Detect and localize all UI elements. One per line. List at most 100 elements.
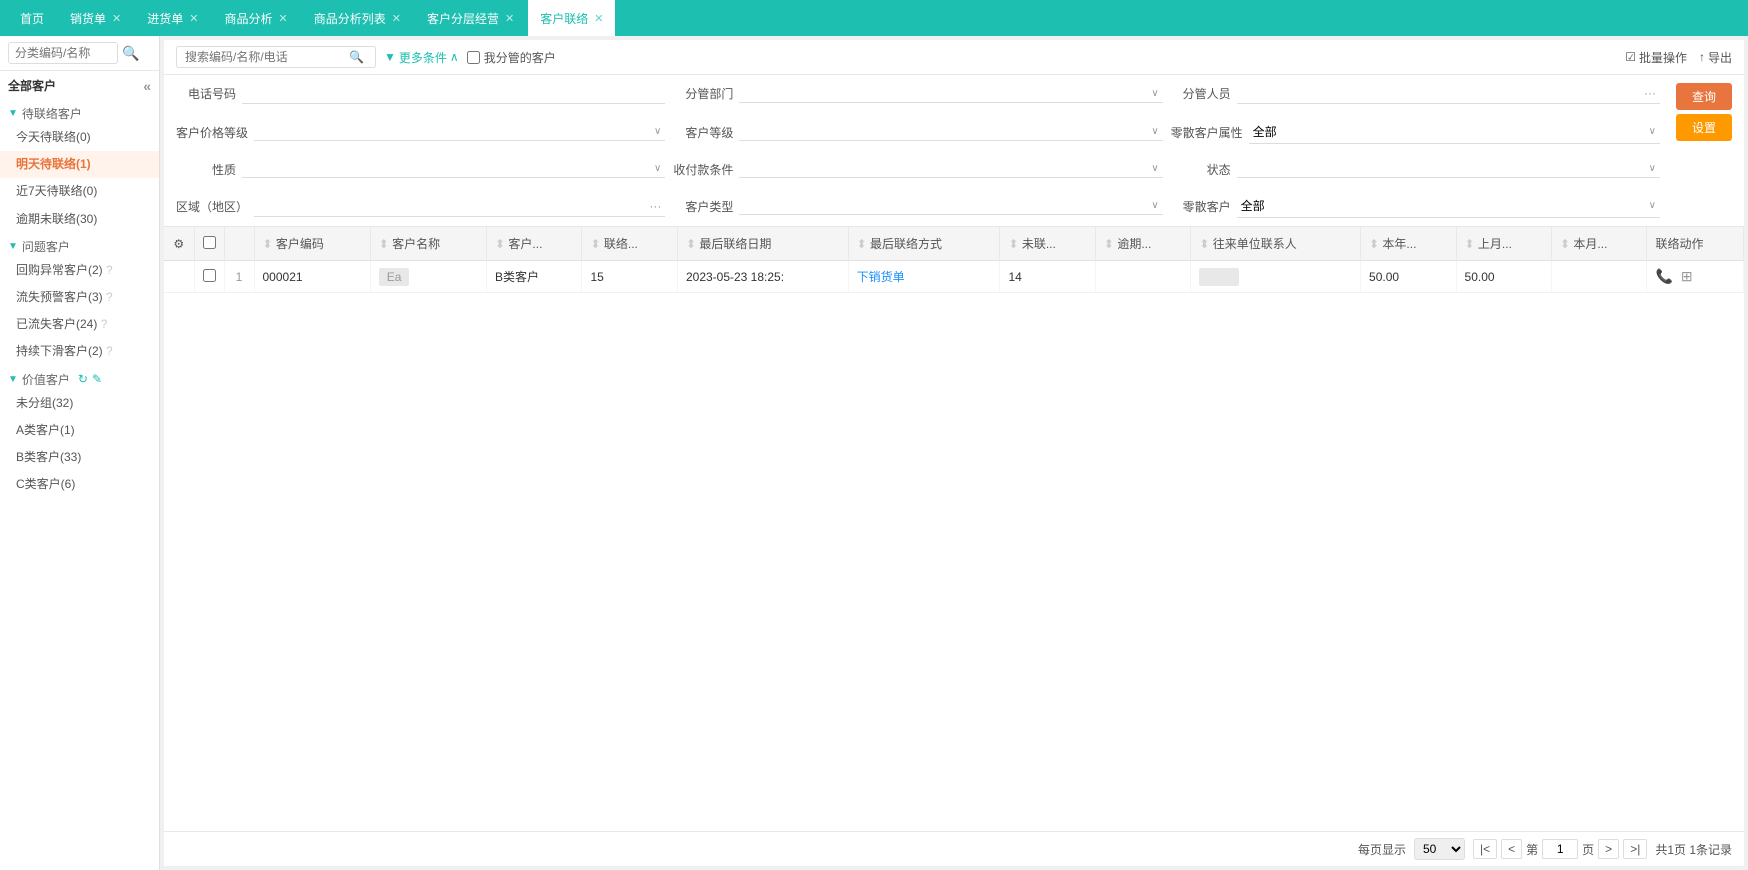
first-page-btn[interactable]: |< xyxy=(1473,839,1497,859)
nav-purchase-order[interactable]: 进货单 ✕ xyxy=(135,0,210,36)
nav-customer-segmentation[interactable]: 客户分层经营 ✕ xyxy=(415,0,526,36)
sidebar-item-overdue-contact[interactable]: 逾期未联络(30) xyxy=(0,206,159,233)
prev-page-btn[interactable]: < xyxy=(1501,839,1522,859)
refresh-icon[interactable]: ↻ xyxy=(78,372,88,386)
per-page-select[interactable]: 50 100 200 xyxy=(1414,838,1465,860)
sidebar-item-churn-warning[interactable]: 流失预警客户(3) ? xyxy=(0,284,159,311)
filter-phone-input[interactable] xyxy=(242,83,665,104)
grid-icon[interactable]: ⊞ xyxy=(1681,268,1693,285)
more-conditions-btn[interactable]: ▼ 更多条件 ∧ xyxy=(384,49,459,66)
th-company-contacts: ⬍ 往来单位联系人 xyxy=(1191,227,1361,261)
filter-manager-select[interactable]: ··· xyxy=(1237,83,1660,104)
close-customer-segmentation-icon[interactable]: ✕ xyxy=(505,12,514,25)
last-contact-method-link[interactable]: 下销货单 xyxy=(857,270,905,284)
query-button[interactable]: 查询 xyxy=(1676,83,1732,110)
chevron-down-icon-7: ∨ xyxy=(1649,163,1656,174)
gear-icon[interactable]: ⚙ xyxy=(173,237,184,251)
filter-customer-type-select[interactable]: ∨ xyxy=(739,197,1162,215)
my-customers-toggle[interactable]: 我分管的客户 xyxy=(467,49,556,66)
row-checkbox[interactable] xyxy=(203,269,216,282)
filter-payment-select[interactable]: ∨ xyxy=(739,160,1162,178)
nav-product-analysis-list[interactable]: 商品分析列表 ✕ xyxy=(302,0,413,36)
select-all-checkbox[interactable] xyxy=(203,236,216,249)
sidebar-search-input[interactable] xyxy=(8,42,118,64)
nav-customer-contact[interactable]: 客户联络 ✕ xyxy=(528,0,615,36)
td-gear xyxy=(164,261,194,293)
sidebar-item-tomorrow-contact[interactable]: 明天待联络(1) xyxy=(0,151,159,178)
filter-price-level-label: 客户价格等级 xyxy=(176,124,248,141)
filter-btn-group: 查询 设置 xyxy=(1676,83,1732,141)
nav-home[interactable]: 首页 xyxy=(8,0,56,36)
filter-nature-select[interactable]: ∨ xyxy=(242,160,665,178)
next-page-btn[interactable]: > xyxy=(1598,839,1619,859)
filter-nature-label: 性质 xyxy=(176,161,236,178)
td-contacts: 15 xyxy=(582,261,677,293)
filter-retail-attr-select[interactable]: 全部 ∨ xyxy=(1249,120,1660,144)
filter-retail-customer-select[interactable]: 全部 ∨ xyxy=(1237,194,1660,218)
sidebar-item-repurchase-abnormal[interactable]: 回购异常客户(2) ? xyxy=(0,257,159,284)
export-icon: ↑ xyxy=(1699,50,1705,64)
close-customer-contact-icon[interactable]: ✕ xyxy=(594,12,603,25)
filter-customer-level-select[interactable]: ∨ xyxy=(739,123,1162,141)
all-customers-label: 全部客户 xyxy=(8,77,56,94)
toolbar: 🔍 ▼ 更多条件 ∧ 我分管的客户 ☑ 批量操作 ↑ 导出 xyxy=(164,40,1744,75)
edit-icon[interactable]: ✎ xyxy=(92,372,102,386)
sidebar-search-icon[interactable]: 🔍 xyxy=(122,45,139,62)
td-category: B类客户 xyxy=(487,261,582,293)
group-problem-customers[interactable]: ▼ 问题客户 xyxy=(0,233,159,257)
nav-product-analysis[interactable]: 商品分析 ✕ xyxy=(212,0,299,36)
search-input[interactable] xyxy=(185,50,345,64)
sidebar-item-b-class[interactable]: B类客户(33) xyxy=(0,444,159,471)
sidebar-item-today-contact[interactable]: 今天待联络(0) xyxy=(0,124,159,151)
group-value-customers[interactable]: ▼ 价值客户 ↻ ✎ xyxy=(0,366,159,390)
close-product-analysis-list-icon[interactable]: ✕ xyxy=(392,12,401,25)
td-last-contact-date: 2023-05-23 18:25: xyxy=(677,261,848,293)
dots-icon-2[interactable]: ··· xyxy=(649,199,661,213)
search-icon[interactable]: 🔍 xyxy=(349,50,364,64)
td-company-contacts xyxy=(1191,261,1361,293)
sidebar-item-c-class[interactable]: C类客户(6) xyxy=(0,471,159,498)
export-btn[interactable]: ↑ 导出 xyxy=(1699,49,1732,66)
sidebar-item-churned[interactable]: 已流失客户(24) ? xyxy=(0,311,159,338)
sidebar-item-ungrouped[interactable]: 未分组(32) xyxy=(0,390,159,417)
sidebar-search-area: 🔍 xyxy=(0,36,159,71)
filter-price-level: 客户价格等级 ∨ xyxy=(176,123,665,141)
filter-status-select[interactable]: ∨ xyxy=(1237,160,1660,178)
last-page-btn[interactable]: >| xyxy=(1623,839,1647,859)
close-purchase-order-icon[interactable]: ✕ xyxy=(189,12,198,25)
page-input[interactable] xyxy=(1542,839,1578,859)
customer-table: ⚙ ⬍ 客户编码 ⬍ 客户名称 ⬍ 客户... xyxy=(164,227,1744,293)
filter-region: 区域（地区） ··· xyxy=(176,196,665,217)
close-product-analysis-icon[interactable]: ✕ xyxy=(279,12,288,25)
my-customers-checkbox[interactable] xyxy=(467,51,480,64)
table-area: ⚙ ⬍ 客户编码 ⬍ 客户名称 ⬍ 客户... xyxy=(164,227,1744,831)
td-last-contact-method: 下销货单 xyxy=(848,261,1000,293)
dots-icon[interactable]: ··· xyxy=(1644,86,1656,100)
phone-icon[interactable]: 📞 xyxy=(1655,268,1672,285)
sort-icon-6: ⬍ xyxy=(857,237,867,251)
td-no: 1 xyxy=(224,261,254,293)
group-pending-contact[interactable]: ▼ 待联络客户 xyxy=(0,100,159,124)
sidebar-item-7days-contact[interactable]: 近7天待联络(0) xyxy=(0,178,159,205)
td-overdue xyxy=(1095,261,1190,293)
filter-row-1: 电话号码 分管部门 ∨ 分管人员 xyxy=(176,83,1660,104)
filter-region-label: 区域（地区） xyxy=(176,198,248,215)
filter-price-level-select[interactable]: ∨ xyxy=(254,123,665,141)
sidebar-item-a-class[interactable]: A类客户(1) xyxy=(0,417,159,444)
nav-sales-order[interactable]: 销货单 ✕ xyxy=(58,0,133,36)
collapse-icon[interactable]: « xyxy=(143,78,151,94)
th-last-contact-method: ⬍ 最后联络方式 xyxy=(848,227,1000,261)
filter-customer-level-label: 客户等级 xyxy=(673,124,733,141)
filter-retail-attr-label: 零散客户属性 xyxy=(1171,124,1243,141)
td-not-contacted: 14 xyxy=(1000,261,1095,293)
close-sales-order-icon[interactable]: ✕ xyxy=(112,12,121,25)
filter-row-3: 性质 ∨ 收付款条件 ∨ xyxy=(176,160,1660,178)
all-customers-header[interactable]: 全部客户 « xyxy=(0,71,159,100)
bulk-operation-btn[interactable]: ☑ 批量操作 xyxy=(1625,49,1687,66)
pagination-nav: |< < 第 页 > >| xyxy=(1473,839,1647,859)
th-action: 联络动作 xyxy=(1647,227,1744,261)
filter-dept-select[interactable]: ∨ xyxy=(739,85,1162,103)
filter-region-select[interactable]: ··· xyxy=(254,196,665,217)
sidebar-item-declining[interactable]: 持续下滑客户(2) ? xyxy=(0,338,159,365)
set-button[interactable]: 设置 xyxy=(1676,114,1732,141)
